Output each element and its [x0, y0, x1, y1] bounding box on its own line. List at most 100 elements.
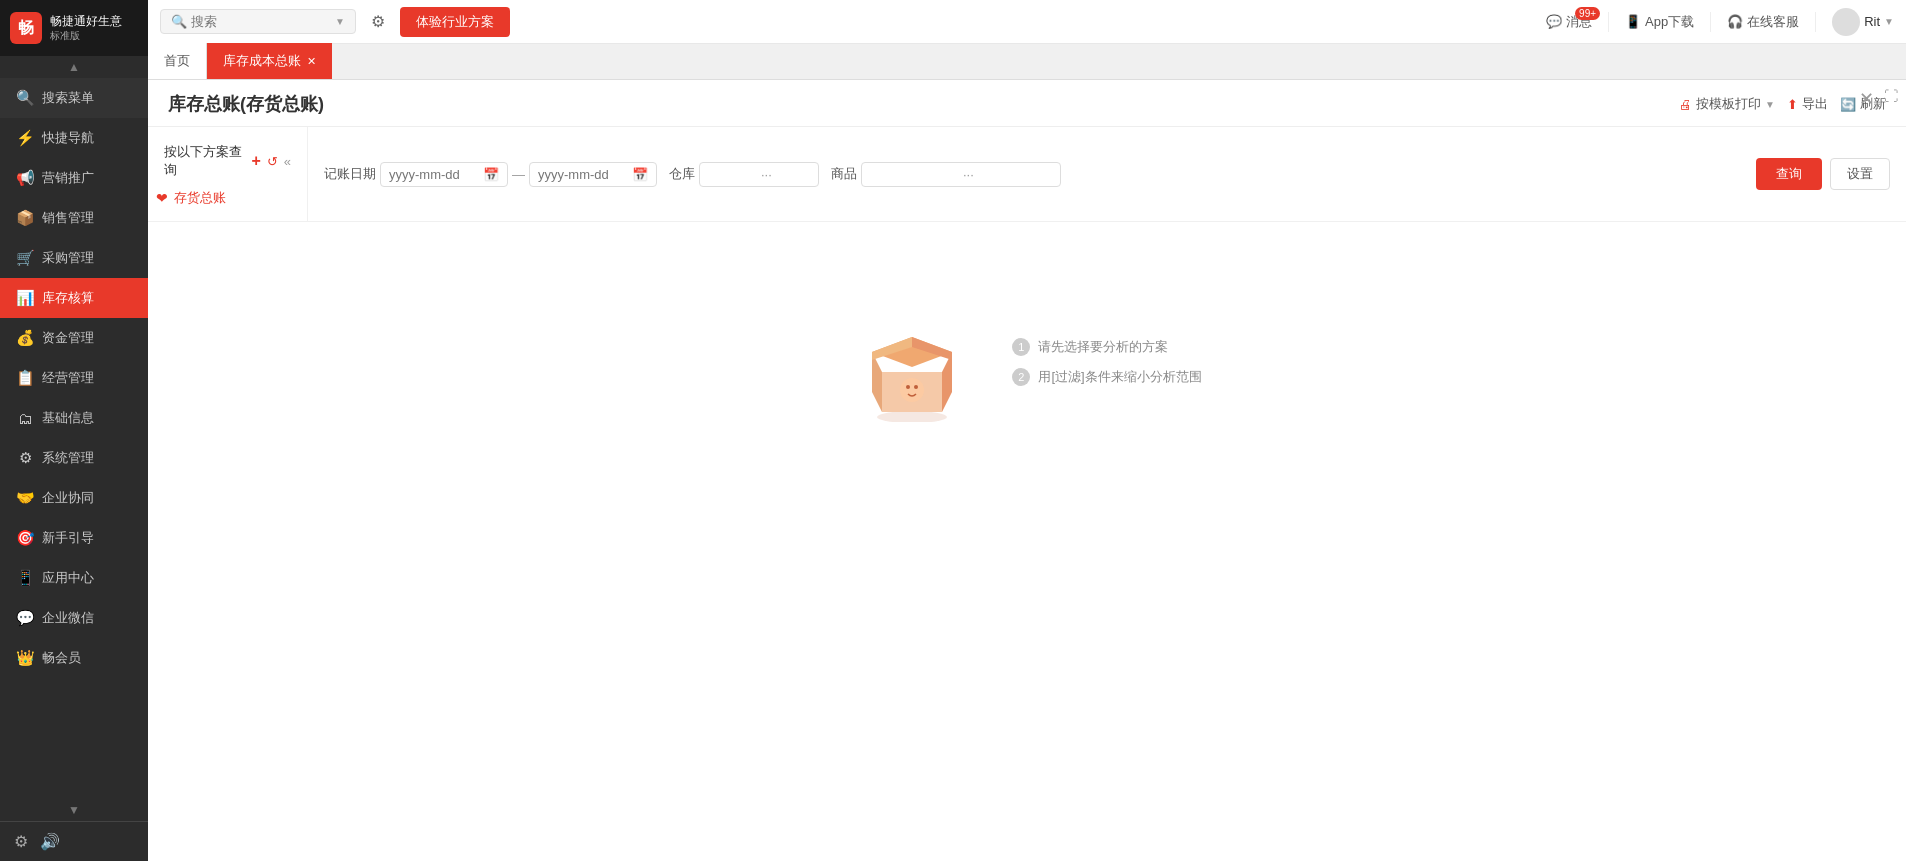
- cooperation-icon: 🤝: [16, 489, 34, 507]
- reset-schema-button[interactable]: ↺: [267, 154, 278, 169]
- user-profile-button[interactable]: Rit ▼: [1832, 8, 1894, 36]
- sidebar-item-member[interactable]: 👑 畅会员: [0, 638, 148, 678]
- product-more-icon[interactable]: ···: [963, 167, 1050, 182]
- sales-icon: 📦: [16, 209, 34, 227]
- tab-home[interactable]: 首页: [148, 43, 207, 79]
- sidebar-item-apps[interactable]: 📱 应用中心: [0, 558, 148, 598]
- sidebar-item-inventory[interactable]: 📊 库存核算: [0, 278, 148, 318]
- filter-actions: 查询 设置: [1756, 158, 1890, 190]
- settings-button[interactable]: 设置: [1830, 158, 1890, 190]
- sidebar-item-marketing[interactable]: 📢 营销推广: [0, 158, 148, 198]
- member-icon: 👑: [16, 649, 34, 667]
- date-end-field[interactable]: [538, 167, 628, 182]
- topbar-divider3: [1815, 12, 1816, 32]
- panel-close-button[interactable]: ✕: [1859, 88, 1874, 110]
- heart-icon: ❤: [156, 190, 168, 206]
- topbar-right-section: 💬 消息 99+ 📱 App下载 🎧 在线客服 Rit ▼: [1546, 8, 1894, 36]
- warehouse-select[interactable]: ···: [699, 162, 819, 187]
- sidebar-item-newuser[interactable]: 🎯 新手引导: [0, 518, 148, 558]
- calendar-start-icon[interactable]: 📅: [483, 167, 499, 182]
- settings-bottom-icon[interactable]: ⚙: [14, 832, 28, 851]
- tab-inventory-ledger[interactable]: 库存成本总账 ✕: [207, 43, 332, 79]
- user-dropdown-icon[interactable]: ▼: [1884, 16, 1894, 27]
- phone-icon: 📱: [1625, 14, 1641, 29]
- page-header: 库存总账(存货总账) 🖨 按模板打印 ▼ ⬆ 导出 🔄 刷新 ✕ ⛶: [148, 80, 1906, 127]
- app-download-button[interactable]: 📱 App下载: [1625, 13, 1694, 31]
- page-content: 库存总账(存货总账) 🖨 按模板打印 ▼ ⬆ 导出 🔄 刷新 ✕ ⛶: [148, 80, 1906, 861]
- warehouse-more-icon[interactable]: ···: [761, 167, 808, 182]
- warehouse-label: 仓库: [669, 165, 695, 183]
- search-input[interactable]: [191, 14, 331, 29]
- wechat-icon: 💬: [16, 609, 34, 627]
- empty-state-content: 1 请先选择要分析的方案 2 用[过滤]条件来缩小分析范围: [852, 302, 1201, 422]
- messages-button[interactable]: 💬 消息 99+: [1546, 13, 1592, 31]
- date-start-input[interactable]: 📅: [380, 162, 508, 187]
- product-select[interactable]: ···: [861, 162, 1061, 187]
- message-icon: 💬: [1546, 14, 1562, 29]
- svg-point-7: [900, 378, 924, 402]
- refresh-icon: 🔄: [1840, 97, 1856, 112]
- apps-icon: 📱: [16, 569, 34, 587]
- sidebar-item-sales[interactable]: 📦 销售管理: [0, 198, 148, 238]
- svg-marker-4: [872, 352, 882, 412]
- date-start-field[interactable]: [389, 167, 479, 182]
- tabs-bar: 首页 库存成本总账 ✕: [148, 44, 1906, 80]
- export-icon: ⬆: [1787, 97, 1798, 112]
- panel-resize-button[interactable]: ⛶: [1884, 88, 1898, 104]
- schema-item-inventory-ledger[interactable]: ❤ 存货总账: [148, 185, 307, 211]
- add-schema-button[interactable]: +: [251, 152, 260, 170]
- sidebar-item-shortcut[interactable]: ⚡ 快捷导航: [0, 118, 148, 158]
- system-icon: ⚙: [16, 449, 34, 467]
- tab-close-icon[interactable]: ✕: [307, 55, 316, 68]
- sidebar-item-search[interactable]: 🔍 搜索菜单: [0, 78, 148, 118]
- finance-icon: 💰: [16, 329, 34, 347]
- marketing-icon: 📢: [16, 169, 34, 187]
- svg-point-9: [914, 385, 918, 389]
- logo-text: 畅捷通好生意 标准版: [50, 14, 122, 43]
- svg-marker-3: [942, 352, 952, 412]
- username-label: Rit: [1864, 14, 1880, 29]
- print-button[interactable]: 🖨 按模板打印 ▼: [1679, 95, 1775, 113]
- tip-num-1: 1: [1012, 338, 1030, 356]
- page-title: 库存总账(存货总账): [168, 92, 324, 116]
- app-logo: 畅 畅捷通好生意 标准版: [0, 0, 148, 56]
- sidebar-scroll-down[interactable]: ▼: [0, 799, 148, 821]
- sidebar-item-operation[interactable]: 📋 经营管理: [0, 358, 148, 398]
- date-separator: —: [512, 167, 525, 182]
- operation-icon: 📋: [16, 369, 34, 387]
- sidebar-item-purchase[interactable]: 🛒 采购管理: [0, 238, 148, 278]
- calendar-end-icon[interactable]: 📅: [632, 167, 648, 182]
- logo-icon: 畅: [10, 12, 42, 44]
- svg-point-8: [906, 385, 910, 389]
- export-button[interactable]: ⬆ 导出: [1787, 95, 1828, 113]
- industry-solution-button[interactable]: 体验行业方案: [400, 7, 510, 37]
- query-button[interactable]: 查询: [1756, 158, 1822, 190]
- empty-tips: 1 请先选择要分析的方案 2 用[过滤]条件来缩小分析范围: [1012, 338, 1201, 386]
- empty-illustration: [852, 302, 972, 422]
- date-filter-group: 记账日期 📅 — 📅: [324, 162, 657, 187]
- headset-icon: 🎧: [1727, 14, 1743, 29]
- inventory-icon: 📊: [16, 289, 34, 307]
- print-dropdown-icon[interactable]: ▼: [1765, 99, 1775, 110]
- search-dropdown-icon[interactable]: ▼: [335, 16, 345, 27]
- sidebar-item-basic[interactable]: 🗂 基础信息: [0, 398, 148, 438]
- purchase-icon: 🛒: [16, 249, 34, 267]
- topbar-search-box[interactable]: 🔍 ▼: [160, 9, 356, 34]
- collapse-schema-button[interactable]: «: [284, 154, 291, 169]
- date-label: 记账日期: [324, 165, 376, 183]
- sidebar-bottom: ⚙ 🔊: [0, 821, 148, 861]
- sidebar-item-finance[interactable]: 💰 资金管理: [0, 318, 148, 358]
- date-end-input[interactable]: 📅: [529, 162, 657, 187]
- product-filter-group: 商品 ···: [831, 162, 1061, 187]
- empty-state: 1 请先选择要分析的方案 2 用[过滤]条件来缩小分析范围: [148, 222, 1906, 502]
- sidebar-scroll-up[interactable]: ▲: [0, 56, 148, 78]
- speaker-bottom-icon[interactable]: 🔊: [40, 832, 60, 851]
- gear-button[interactable]: ⚙: [364, 8, 392, 36]
- sidebar-item-system[interactable]: ⚙ 系统管理: [0, 438, 148, 478]
- topbar: 🔍 ▼ ⚙ 体验行业方案 💬 消息 99+ 📱 App下载 🎧 在线客服: [148, 0, 1906, 44]
- basic-icon: 🗂: [16, 410, 34, 427]
- online-service-button[interactable]: 🎧 在线客服: [1727, 13, 1799, 31]
- topbar-divider: [1608, 12, 1609, 32]
- sidebar-item-cooperation[interactable]: 🤝 企业协同: [0, 478, 148, 518]
- sidebar-item-wechat[interactable]: 💬 企业微信: [0, 598, 148, 638]
